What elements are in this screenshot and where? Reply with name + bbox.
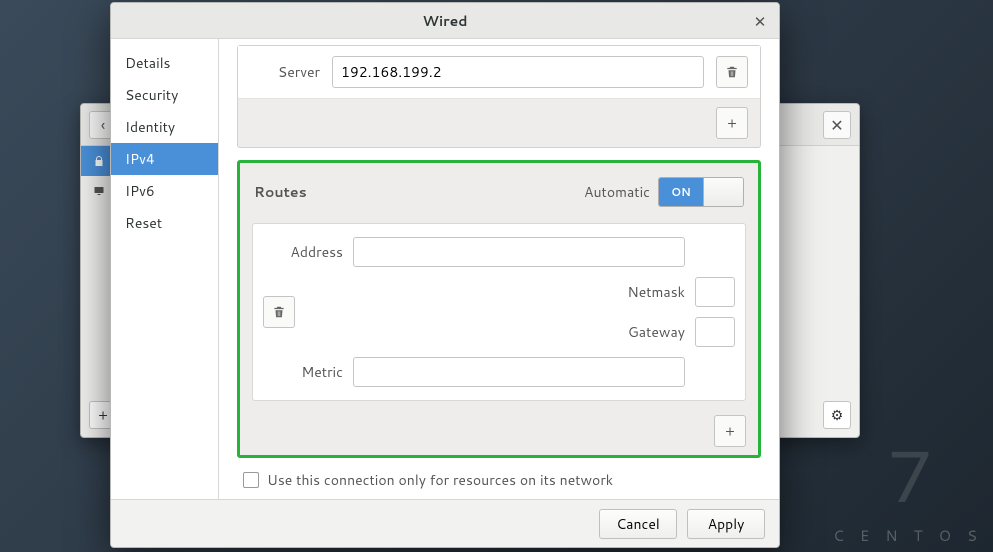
centos-7: 7 bbox=[887, 424, 933, 526]
parent-close-button[interactable]: ✕ bbox=[823, 111, 851, 139]
route-netmask-input[interactable] bbox=[695, 277, 735, 307]
parent-gear-button[interactable]: ⚙ bbox=[823, 401, 851, 429]
routes-heading: Routes bbox=[254, 182, 584, 202]
route-gateway-input[interactable] bbox=[695, 317, 735, 347]
sidebar-item-reset[interactable]: Reset bbox=[111, 207, 218, 239]
sidebar-item-ipv6[interactable]: IPv6 bbox=[111, 175, 218, 207]
plus-icon: + bbox=[727, 113, 737, 133]
server-delete-button[interactable] bbox=[716, 56, 748, 88]
route-metric-label: Metric bbox=[263, 362, 343, 382]
route-address-input[interactable] bbox=[353, 237, 685, 267]
cancel-button[interactable]: Cancel bbox=[599, 509, 677, 539]
plus-icon: + bbox=[725, 421, 735, 441]
ipv4-content-pane: Server + Routes bbox=[219, 39, 779, 499]
sidebar-item-identity[interactable]: Identity bbox=[111, 111, 218, 143]
route-metric-input[interactable] bbox=[353, 357, 685, 387]
only-resources-row[interactable]: Use this connection only for resources o… bbox=[243, 470, 755, 490]
centos-wordmark: C E N T O S bbox=[833, 525, 983, 546]
route-netmask-label: Netmask bbox=[353, 282, 685, 302]
trash-icon bbox=[272, 305, 286, 319]
sidebar-item-ipv4[interactable]: IPv4 bbox=[111, 143, 218, 175]
dns-server-panel: Server + bbox=[237, 45, 761, 148]
sidebar-item-security[interactable]: Security bbox=[111, 79, 218, 111]
route-address-label: Address bbox=[263, 242, 343, 262]
dialog-close-button[interactable]: ✕ bbox=[751, 12, 769, 30]
dialog-footer: Cancel Apply bbox=[111, 499, 779, 547]
lock-icon bbox=[93, 155, 105, 167]
route-delete-button[interactable] bbox=[263, 296, 295, 328]
trash-icon bbox=[725, 65, 739, 79]
route-gateway-label: Gateway bbox=[353, 322, 685, 342]
gear-icon: ⚙ bbox=[831, 405, 844, 425]
dialog-titlebar: Wired ✕ bbox=[111, 3, 779, 39]
routes-panel: Routes Automatic ON Address Netmask bbox=[237, 160, 761, 458]
routes-automatic-label: Automatic bbox=[584, 182, 650, 202]
sidebar-item-details[interactable]: Details bbox=[111, 47, 218, 79]
switch-knob bbox=[703, 178, 743, 206]
server-input[interactable] bbox=[332, 56, 704, 88]
switch-on-label: ON bbox=[659, 178, 703, 206]
server-add-button[interactable]: + bbox=[716, 107, 748, 139]
settings-sidebar: Details Security Identity IPv4 IPv6 Rese… bbox=[111, 39, 219, 499]
apply-button[interactable]: Apply bbox=[687, 509, 765, 539]
display-icon bbox=[93, 185, 105, 197]
dialog-title: Wired bbox=[423, 11, 468, 31]
server-label: Server bbox=[250, 62, 320, 82]
only-resources-label: Use this connection only for resources o… bbox=[267, 470, 613, 490]
route-add-button[interactable]: + bbox=[714, 415, 746, 447]
routes-automatic-switch[interactable]: ON bbox=[658, 177, 744, 207]
route-entry: Address Netmask Gateway Metr bbox=[252, 223, 746, 401]
wired-settings-dialog: Wired ✕ Details Security Identity IPv4 I… bbox=[110, 2, 780, 548]
only-resources-checkbox[interactable] bbox=[243, 472, 259, 488]
